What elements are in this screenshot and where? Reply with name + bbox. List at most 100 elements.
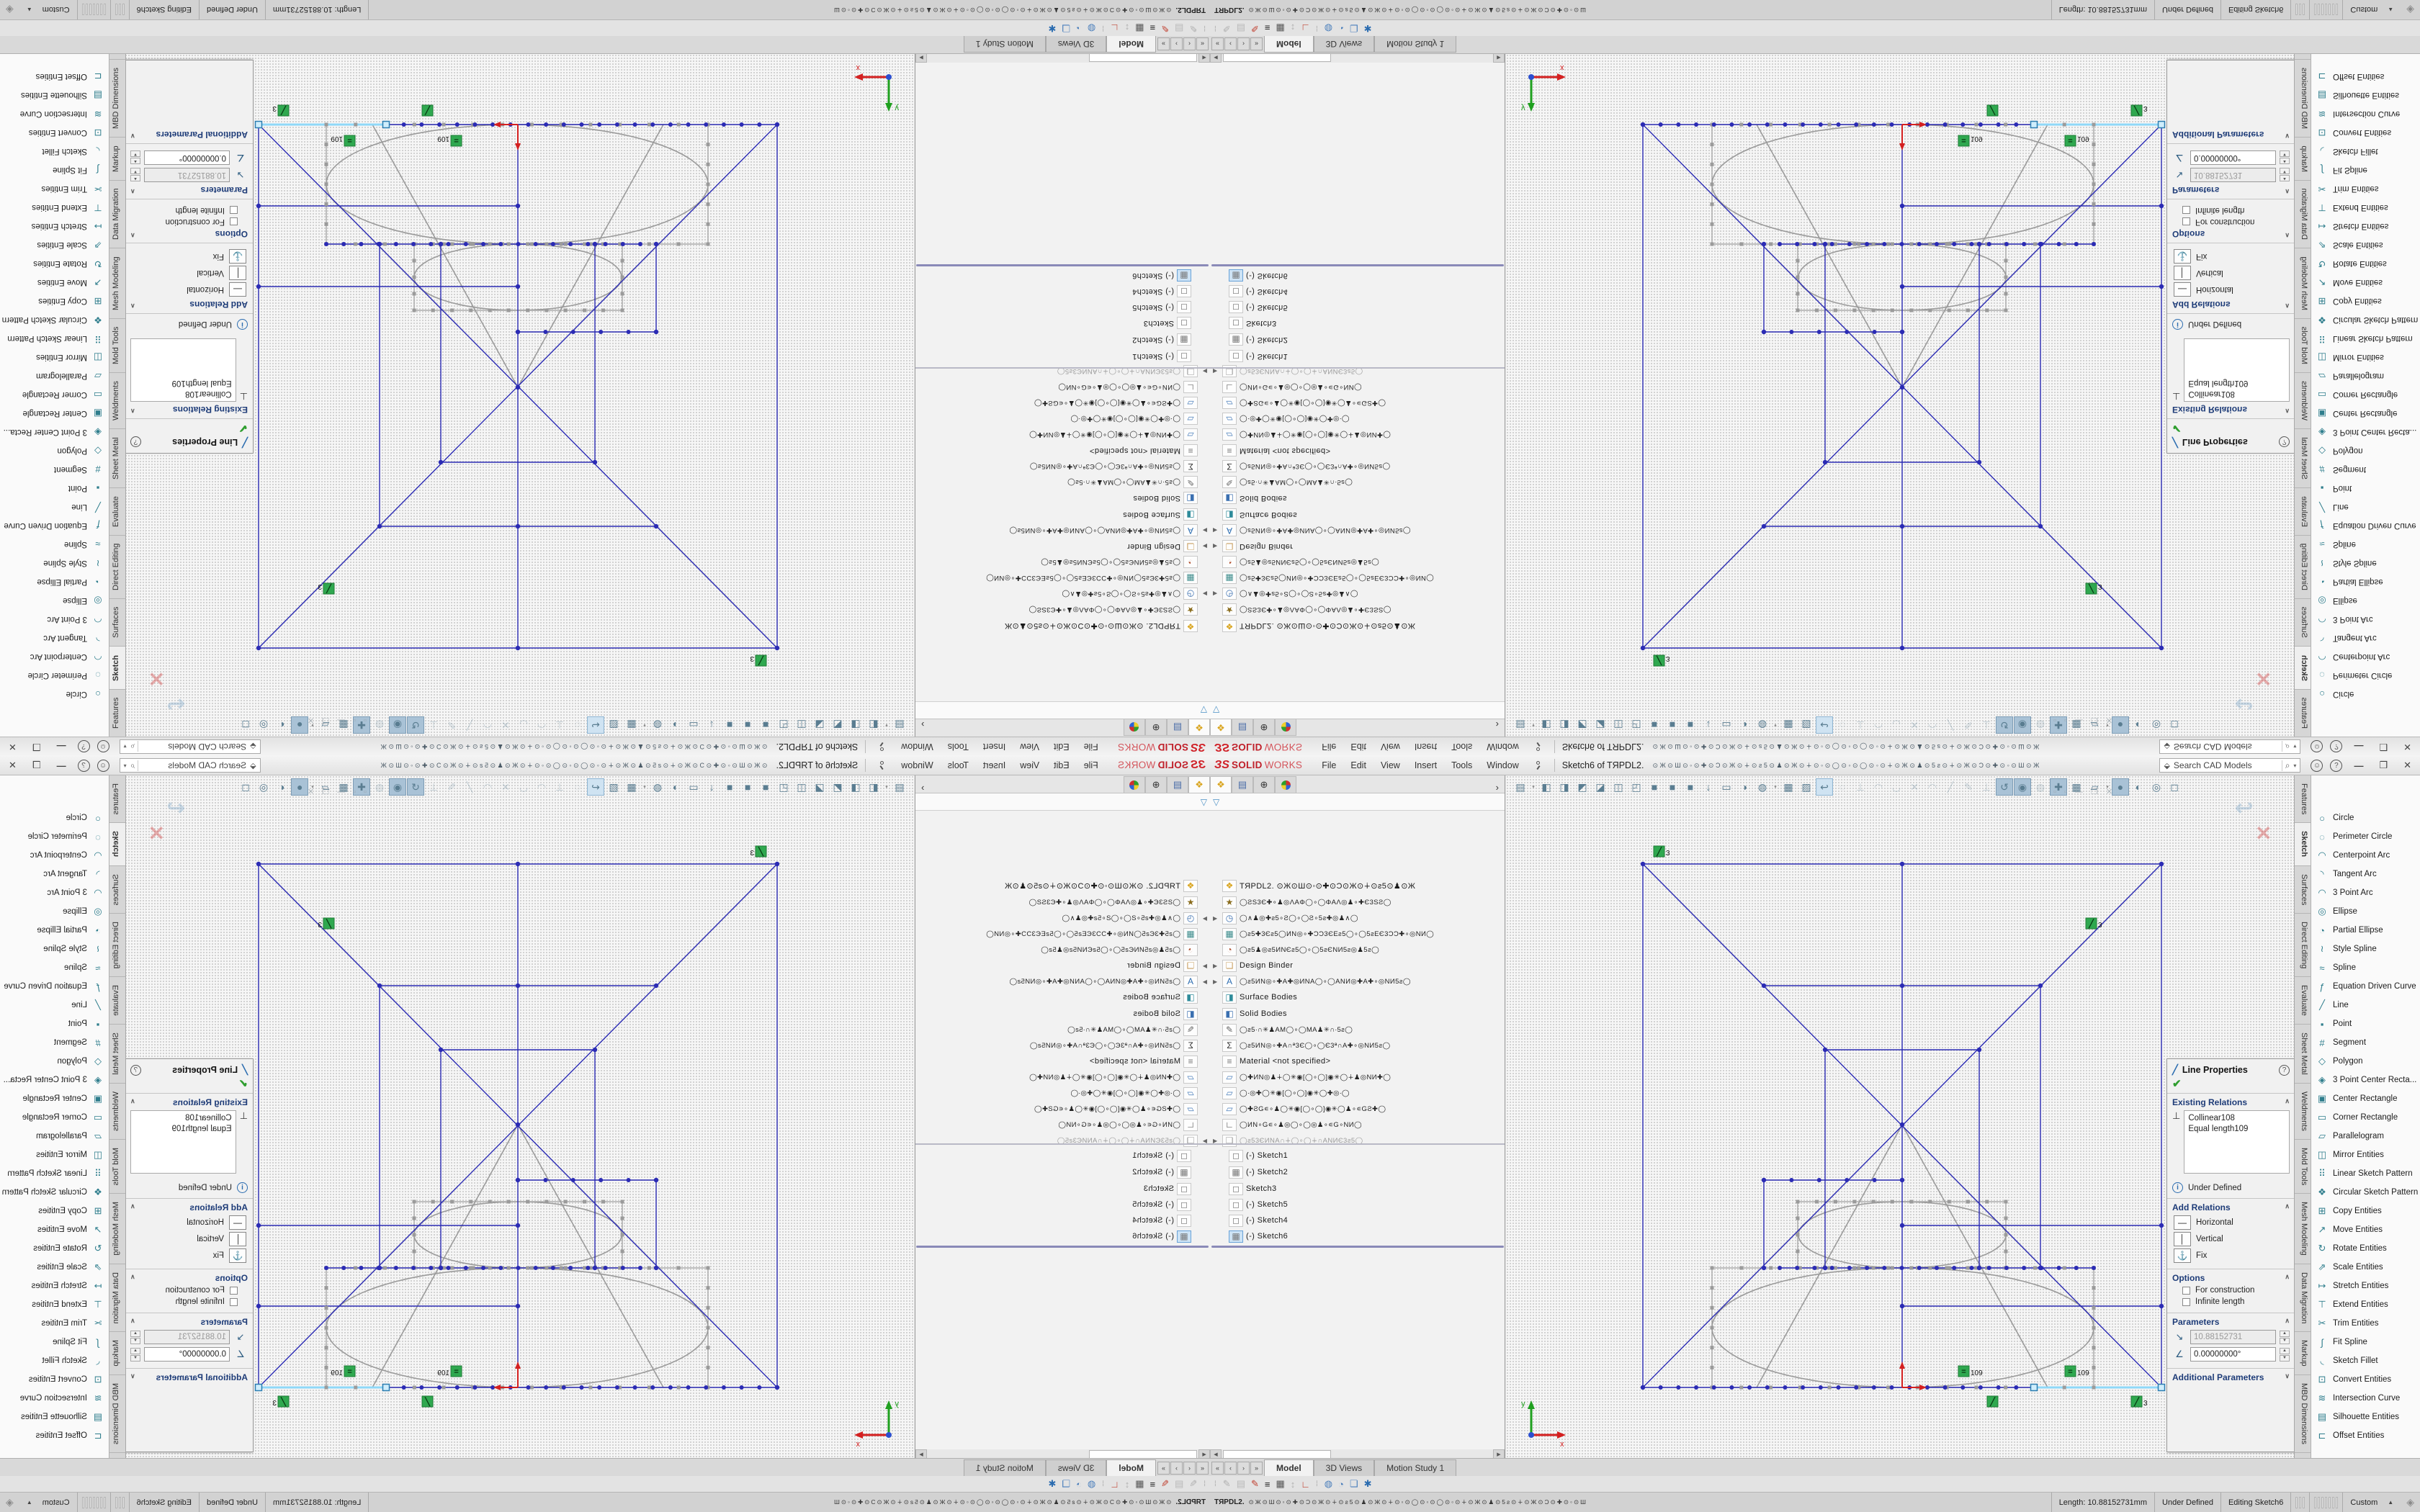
- sketch-point[interactable]: [544, 1266, 548, 1270]
- search-caret-icon[interactable]: ▾: [2293, 762, 2296, 769]
- sketch-point[interactable]: [394, 1266, 398, 1270]
- parameter-input-0[interactable]: 10.88152731: [144, 1330, 230, 1344]
- sketch-point[interactable]: [464, 242, 468, 246]
- tree-item[interactable]: ❖TЯPDL2. ⊙Ж⊙Ш⊙◦⊙✚⊙Ɔ⊙Ж⊙∔⊙ƨ5⊙♟⊙Ж: [1210, 878, 1505, 894]
- tree-item-sketch1[interactable]: ◻(-) Sketch1: [1210, 348, 1505, 364]
- commandmanager-tab-mbd-dimensions[interactable]: MBD Dimensions: [2295, 59, 2311, 137]
- sketch-point[interactable]: [1900, 284, 1904, 289]
- add-relation-horizontal[interactable]: —Horizontal: [130, 282, 246, 297]
- expand-arrow-icon[interactable]: ▶: [1201, 978, 1207, 985]
- tool-item-trim-entities[interactable]: ✂Trim Entities: [2311, 179, 2420, 198]
- sketch-point[interactable]: [1966, 243, 1970, 246]
- sketch-point[interactable]: [2038, 242, 2043, 246]
- minimize-button[interactable]: —: [2349, 760, 2367, 771]
- sketch-point[interactable]: [1817, 1178, 1821, 1182]
- selection-handle[interactable]: [2159, 1385, 2165, 1391]
- sketch-point[interactable]: [1852, 1200, 1856, 1204]
- tool-item-centerpoint-arc[interactable]: ◠Centerpoint Arc: [0, 647, 109, 666]
- sketch-point[interactable]: [1873, 330, 1877, 334]
- tab-nav-0[interactable]: «: [1196, 37, 1209, 50]
- sketch-point[interactable]: [1900, 646, 1904, 650]
- close-button[interactable]: ✕: [4, 760, 21, 771]
- sketch-point[interactable]: [647, 123, 651, 127]
- tool-item-perimeter-circle[interactable]: ◌Perimeter Circle: [2311, 827, 2420, 846]
- scroll-left-button[interactable]: ◀: [1210, 54, 1222, 63]
- tree-item[interactable]: ▱◯✚ƧG∊∘♟◯✳◉[◯∘◯]◉✳◯♟∘∊GƧ✚◯: [1210, 395, 1505, 411]
- sketch-point[interactable]: [627, 1178, 631, 1182]
- tool-item-polygon[interactable]: ◇Polygon: [0, 441, 109, 460]
- tree-item[interactable]: ▶❏◯ƨ53ЄИΝA∩∔◯∘◯∔∩AΝИЄ3ƨ5◯: [1210, 1133, 1505, 1148]
- tree-item[interactable]: ▶A◯ƨ5ИΝ◎∘✚A✚◎ИΝA◯∘◯AΝИ◎✚A✚∘◎ΝИ5ƨ◯: [915, 523, 1210, 539]
- sketch-point[interactable]: [2033, 1266, 2037, 1270]
- sketch-point[interactable]: [1985, 309, 1989, 312]
- sketch-point[interactable]: [704, 1385, 708, 1390]
- sketch-point[interactable]: [775, 122, 779, 127]
- spin-down-icon[interactable]: ▼: [130, 168, 140, 175]
- tree-filter-field[interactable]: ▽: [915, 793, 1210, 811]
- tool-item-circle[interactable]: ○Circle: [2311, 809, 2420, 827]
- tree-item-sketch6[interactable]: ▦(-) Sketch6: [1210, 268, 1505, 284]
- tab-nav-2[interactable]: ›: [1237, 1462, 1250, 1475]
- sketch-point[interactable]: [469, 1200, 472, 1204]
- sketch-point[interactable]: [586, 242, 590, 246]
- sketch-point[interactable]: [431, 309, 435, 312]
- units-dropdown[interactable]: Custom ▲: [2342, 1493, 2401, 1512]
- relation-badge[interactable]: =109: [331, 1366, 355, 1377]
- sketch-point[interactable]: [2038, 984, 2043, 988]
- spin-down-icon[interactable]: ▼: [130, 151, 140, 158]
- existing-relations-header[interactable]: Existing Relations∧: [130, 405, 248, 415]
- help-icon[interactable]: ?: [78, 741, 90, 753]
- tree-item[interactable]: ✎◯ƨ5∙∩✳♟AM◯∘◯MA♟✳∩∙5ƨ◯: [915, 1022, 1210, 1038]
- sketch-point[interactable]: [1977, 460, 1981, 464]
- tree-item[interactable]: ▱◯✚ИΝ◎♟∔◯✳◉[◯∘◯]◉✳◯∔♟◎ΝИ✚◯: [1210, 1069, 1505, 1085]
- tool-item-extend-entities[interactable]: ⊤Extend Entities: [0, 198, 109, 217]
- sketch-point[interactable]: [1769, 1386, 1773, 1390]
- sketch-point[interactable]: [1819, 1385, 1823, 1390]
- tool-item-equation-driven-curve[interactable]: ƒEquation Driven Curve: [0, 977, 109, 996]
- sketch-point[interactable]: [544, 309, 548, 312]
- sketch-point[interactable]: [1828, 1386, 1832, 1390]
- commandmanager-tab-mold-tools[interactable]: Mold Tools: [2295, 1140, 2311, 1194]
- sketch-point[interactable]: [413, 276, 416, 279]
- tool-item-partial-ellipse[interactable]: ◔Partial Ellipse: [2311, 572, 2420, 591]
- tree-item-sketch2[interactable]: ▦(-) Sketch2: [915, 332, 1210, 348]
- sketch-point[interactable]: [1796, 1217, 1800, 1220]
- sketch-point[interactable]: [324, 242, 328, 246]
- sketch-point[interactable]: [439, 1266, 443, 1270]
- tree-item[interactable]: ▶❏Design Binder: [1210, 958, 1505, 973]
- tree-item-sketch3[interactable]: ◻Sketch3: [915, 315, 1210, 331]
- sketch-point[interactable]: [707, 183, 710, 186]
- checkbox-infinite-length[interactable]: [2182, 1298, 2190, 1306]
- search-input[interactable]: ⬙ Search CAD Models ⌕ ▾: [120, 758, 261, 773]
- status-tool-icon-1[interactable]: ▤: [1237, 22, 1245, 34]
- tool-item-3-point-arc[interactable]: ◠3 Point Arc: [2311, 883, 2420, 902]
- sketch-point[interactable]: [707, 1346, 710, 1349]
- construction-line[interactable]: [1757, 1125, 1902, 1387]
- status-tool-icon-10[interactable]: ✱: [1048, 22, 1056, 34]
- sketch-point[interactable]: [1865, 1266, 1869, 1270]
- sketch-point[interactable]: [450, 243, 454, 246]
- spinner-1[interactable]: ▲▼: [130, 151, 140, 165]
- sketch-point[interactable]: [1943, 1385, 1948, 1390]
- tree-item[interactable]: Σ◯ƨ5ИΝ◎∘✚A∩ª3Є◯∘◯Є3ª∩A✚∘◎ΝИ5ƨ◯: [1210, 459, 1505, 474]
- relation-badge[interactable]: =109: [437, 1366, 462, 1377]
- tool-item-intersection-curve[interactable]: ≋Intersection Curve: [2311, 1389, 2420, 1408]
- sketch-point[interactable]: [621, 1217, 624, 1220]
- sketch-point[interactable]: [775, 1385, 779, 1390]
- sketch-point[interactable]: [450, 1200, 454, 1204]
- options-header[interactable]: Options∧: [2172, 1273, 2290, 1283]
- sketch-point[interactable]: [1886, 1386, 1890, 1390]
- featuremanager-tab[interactable]: ❖: [1188, 719, 1210, 736]
- spin-up-icon[interactable]: ▲: [2280, 158, 2290, 165]
- menu-item-window[interactable]: Window: [1480, 758, 1525, 773]
- sketch-point[interactable]: [1978, 1385, 1983, 1390]
- user-account-icon[interactable]: ☺: [97, 760, 109, 772]
- sketch-point[interactable]: [256, 284, 261, 289]
- tree-item-sketch4[interactable]: ◻(-) Sketch4: [1210, 284, 1505, 300]
- parameters-header[interactable]: Parameters∧: [130, 185, 248, 195]
- menu-item-tools[interactable]: Tools: [1445, 739, 1479, 754]
- sketch-point[interactable]: [1900, 1266, 1904, 1270]
- tool-item-move-entities[interactable]: ↗Move Entities: [2311, 1220, 2420, 1239]
- tool-item-segment[interactable]: #Segment: [2311, 460, 2420, 479]
- sketch-point[interactable]: [413, 259, 416, 263]
